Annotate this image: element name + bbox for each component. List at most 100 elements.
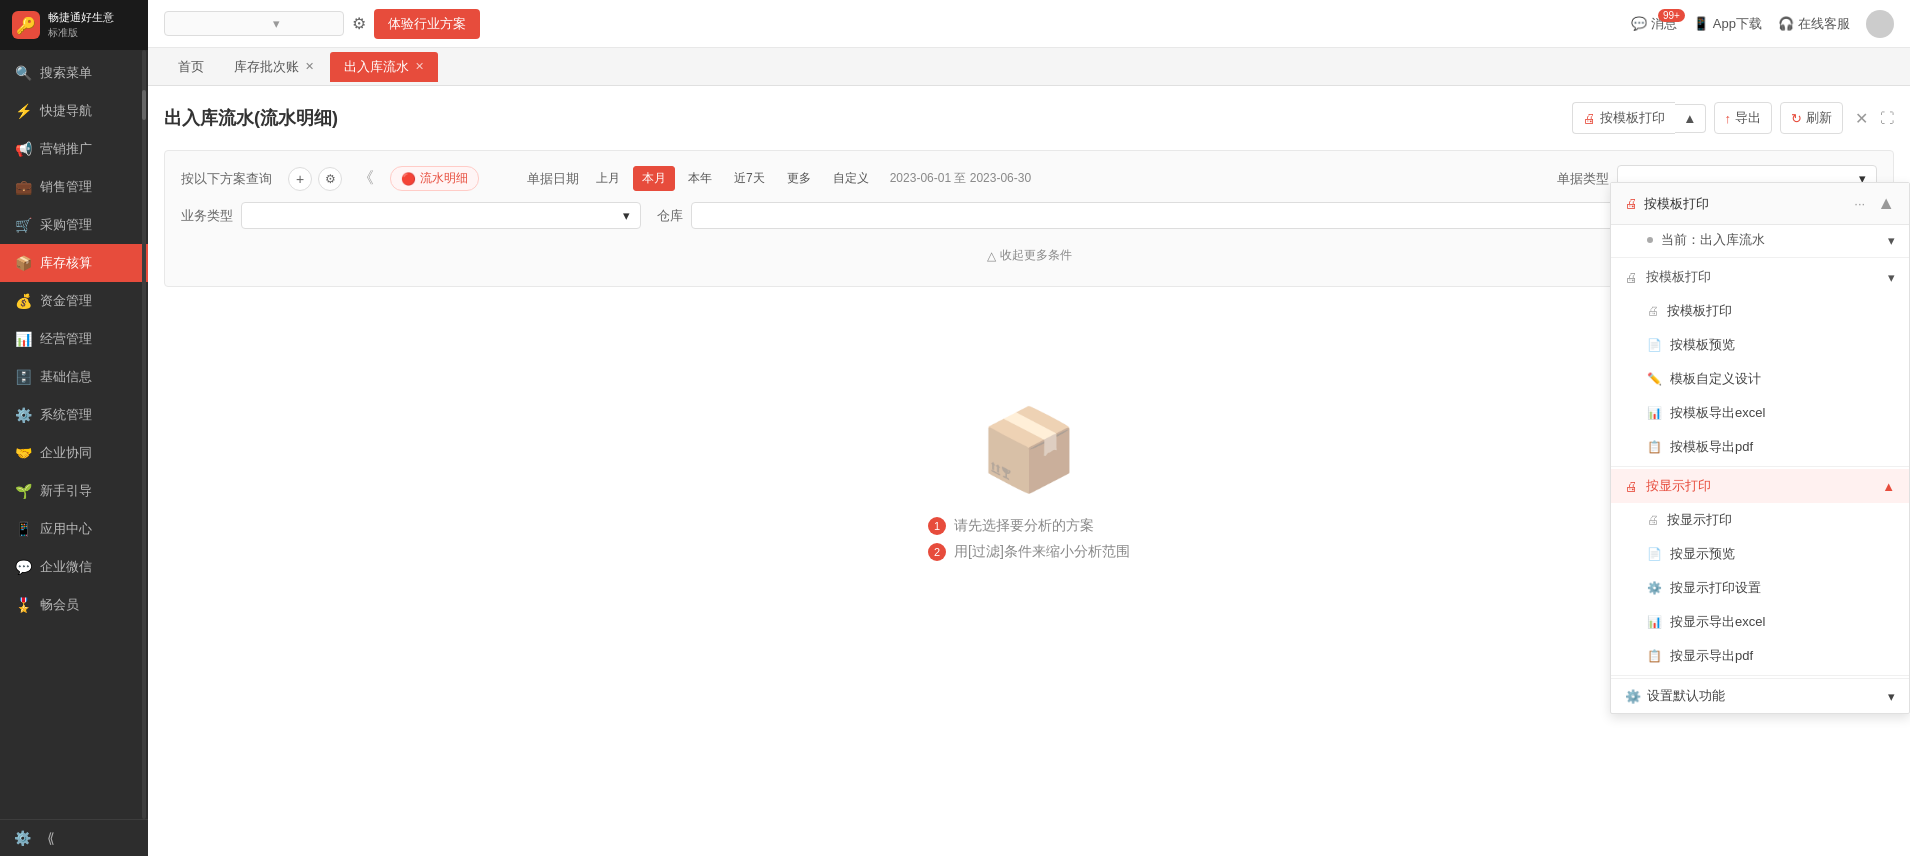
- dropdown-close-icon[interactable]: ▲: [1877, 193, 1895, 214]
- collapse-icon[interactable]: ⟪: [47, 830, 55, 846]
- sidebar-item-operations[interactable]: 📊 经营管理: [0, 320, 148, 358]
- date-current-year-btn[interactable]: 本年: [679, 166, 721, 191]
- print-template-button[interactable]: 🖨 按模板打印: [1572, 102, 1675, 134]
- template-export-excel-icon: 📊: [1647, 406, 1662, 420]
- dropdown-item-display-print[interactable]: 🖨 按显示打印: [1611, 503, 1909, 537]
- online-service-button[interactable]: 🎧 在线客服: [1778, 15, 1850, 33]
- template-print-section-header[interactable]: 🖨 按模板打印 ▾: [1611, 260, 1909, 294]
- collapse-up-icon: △: [987, 249, 996, 263]
- template-export-pdf-icon: 📋: [1647, 440, 1662, 454]
- sidebar-item-purchase[interactable]: 🛒 采购管理: [0, 206, 148, 244]
- date-current-month-btn[interactable]: 本月: [633, 166, 675, 191]
- dropdown-item-template-custom[interactable]: ✏️ 模板自定义设计: [1611, 362, 1909, 396]
- dropdown-footer-label: 设置默认功能: [1647, 687, 1725, 705]
- filter-scheme-label: 按以下方案查询: [181, 170, 272, 188]
- date-filter-group: 单据日期 上月 本月 本年 近7天 更多 自定义 2023-06-01 至 20…: [527, 166, 1031, 191]
- user-avatar[interactable]: [1866, 10, 1894, 38]
- tab-home[interactable]: 首页: [164, 52, 218, 82]
- dropdown-item-template-export-excel[interactable]: 📊 按模板导出excel: [1611, 396, 1909, 430]
- topbar-search-box[interactable]: ▾: [164, 11, 344, 36]
- sidebar-item-finance[interactable]: 💰 资金管理: [0, 282, 148, 320]
- dropdown-item-display-preview[interactable]: 📄 按显示预览: [1611, 537, 1909, 571]
- date-last-7-days-btn[interactable]: 近7天: [725, 166, 774, 191]
- tab-flow[interactable]: 出入库流水 ✕: [330, 52, 438, 82]
- sidebar-item-sales[interactable]: 💼 销售管理: [0, 168, 148, 206]
- sidebar-item-enterprise[interactable]: 🤝 企业协同: [0, 434, 148, 472]
- tab-batch-account-close-icon[interactable]: ✕: [305, 60, 314, 73]
- topbar-right: 💬 消息 99+ 📱 App下载 🎧 在线客服: [1631, 10, 1894, 38]
- sidebar-item-label: 经营管理: [40, 330, 92, 348]
- basic-icon: 🗄️: [14, 369, 32, 385]
- logo-icon: 🔑: [12, 11, 40, 39]
- biz-type-select[interactable]: ▾: [241, 202, 641, 229]
- sidebar-item-label: 采购管理: [40, 216, 92, 234]
- dropdown-item-template-print[interactable]: 🖨 按模板打印: [1611, 294, 1909, 328]
- dropdown-item-template-preview[interactable]: 📄 按模板预览: [1611, 328, 1909, 362]
- sidebar-item-label: 库存核算: [40, 254, 92, 272]
- filter-tag-liushuimingxi[interactable]: 🔴 流水明细: [390, 166, 479, 191]
- display-preview-icon: 📄: [1647, 547, 1662, 561]
- app-download-button[interactable]: 📱 App下载: [1693, 15, 1762, 33]
- print-dropdown-panel: 🖨 按模板打印 ··· ▲ 当前：出入库流水 ▾: [1610, 182, 1910, 714]
- dropdown-footer[interactable]: ⚙️ 设置默认功能 ▾: [1611, 678, 1909, 713]
- biz-type-label: 业务类型: [181, 207, 233, 225]
- message-button[interactable]: 💬 消息 99+: [1631, 15, 1677, 33]
- sidebar-item-membership[interactable]: 🎖️ 畅会员: [0, 586, 148, 624]
- date-custom-btn[interactable]: 自定义: [824, 166, 878, 191]
- divider-3: [1611, 675, 1909, 676]
- date-more-btn[interactable]: 更多: [778, 166, 820, 191]
- settings-icon[interactable]: ⚙️: [14, 830, 31, 846]
- search-input[interactable]: [173, 17, 273, 31]
- sidebar-item-system[interactable]: ⚙️ 系统管理: [0, 396, 148, 434]
- dropdown-item-display-print-settings[interactable]: ⚙️ 按显示打印设置: [1611, 571, 1909, 605]
- sales-icon: 💼: [14, 179, 32, 195]
- filter-gear-button[interactable]: ⚙: [318, 167, 342, 191]
- sidebar-item-inventory[interactable]: 📦 库存核算: [0, 244, 148, 282]
- empty-steps: 1 请先选择要分析的方案 2 用[过滤]条件来缩小分析范围: [928, 517, 1130, 569]
- tab-batch-account[interactable]: 库存批次账 ✕: [220, 52, 328, 82]
- display-print-section-icon: 🖨: [1625, 479, 1638, 494]
- settings-default-icon: ⚙️: [1625, 689, 1641, 704]
- filter-add-button[interactable]: +: [288, 167, 312, 191]
- dropdown-item-display-export-excel[interactable]: 📊 按显示导出excel: [1611, 605, 1909, 639]
- section-expand-icon[interactable]: ▾: [1888, 270, 1895, 285]
- template-custom-icon: ✏️: [1647, 372, 1662, 386]
- search-chevron-icon[interactable]: ▾: [273, 16, 280, 31]
- display-section-expand-icon[interactable]: ▲: [1882, 479, 1895, 494]
- print-chevron-button[interactable]: ▲: [1675, 104, 1705, 133]
- page-header: 出入库流水(流水明细) 🖨 按模板打印 ▲ ↑ 导出: [164, 102, 1894, 134]
- sidebar-item-marketing[interactable]: 📢 营销推广: [0, 130, 148, 168]
- quick-nav-icon: ⚡: [14, 103, 32, 119]
- tab-flow-close-icon[interactable]: ✕: [415, 60, 424, 73]
- display-section-header-left: 🖨 按显示打印: [1625, 477, 1711, 495]
- inventory-icon: 📦: [14, 255, 32, 271]
- dropdown-more-dots-icon[interactable]: ···: [1850, 196, 1869, 211]
- filter-collapse-arrow-icon[interactable]: 《: [358, 168, 374, 189]
- expand-window-icon[interactable]: ⛶: [1880, 110, 1894, 126]
- sidebar-item-beginner[interactable]: 🌱 新手引导: [0, 472, 148, 510]
- app-download-icon: 📱: [1693, 16, 1709, 31]
- dropdown-item-template-export-pdf[interactable]: 📋 按模板导出pdf: [1611, 430, 1909, 464]
- sidebar-item-search[interactable]: 🔍 搜索菜单: [0, 54, 148, 92]
- refresh-icon: ↻: [1791, 111, 1802, 126]
- close-window-icon[interactable]: ✕: [1855, 109, 1868, 128]
- app-name: 畅捷通好生意: [48, 10, 114, 25]
- dropdown-item-display-export-pdf[interactable]: 📋 按显示导出pdf: [1611, 639, 1909, 673]
- trial-industry-button[interactable]: 体验行业方案: [374, 9, 480, 39]
- sidebar-item-wechat[interactable]: 💬 企业微信: [0, 548, 148, 586]
- template-custom-label: 模板自定义设计: [1670, 370, 1761, 388]
- display-export-excel-label: 按显示导出excel: [1670, 613, 1765, 631]
- sidebar-item-basic[interactable]: 🗄️ 基础信息: [0, 358, 148, 396]
- display-print-settings-label: 按显示打印设置: [1670, 579, 1761, 597]
- topbar-gear-icon[interactable]: ⚙: [352, 14, 366, 33]
- sidebar-item-app-center[interactable]: 📱 应用中心: [0, 510, 148, 548]
- current-chevron-icon[interactable]: ▾: [1888, 233, 1895, 248]
- system-icon: ⚙️: [14, 407, 32, 423]
- display-print-section-header[interactable]: 🖨 按显示打印 ▲: [1611, 469, 1909, 503]
- export-button[interactable]: ↑ 导出: [1714, 102, 1773, 134]
- dropdown-header-left: 🖨 按模板打印: [1625, 195, 1709, 213]
- template-print-action-icon: 🖨: [1647, 304, 1659, 318]
- sidebar-item-quick-nav[interactable]: ⚡ 快捷导航: [0, 92, 148, 130]
- date-last-month-btn[interactable]: 上月: [587, 166, 629, 191]
- refresh-button[interactable]: ↻ 刷新: [1780, 102, 1843, 134]
